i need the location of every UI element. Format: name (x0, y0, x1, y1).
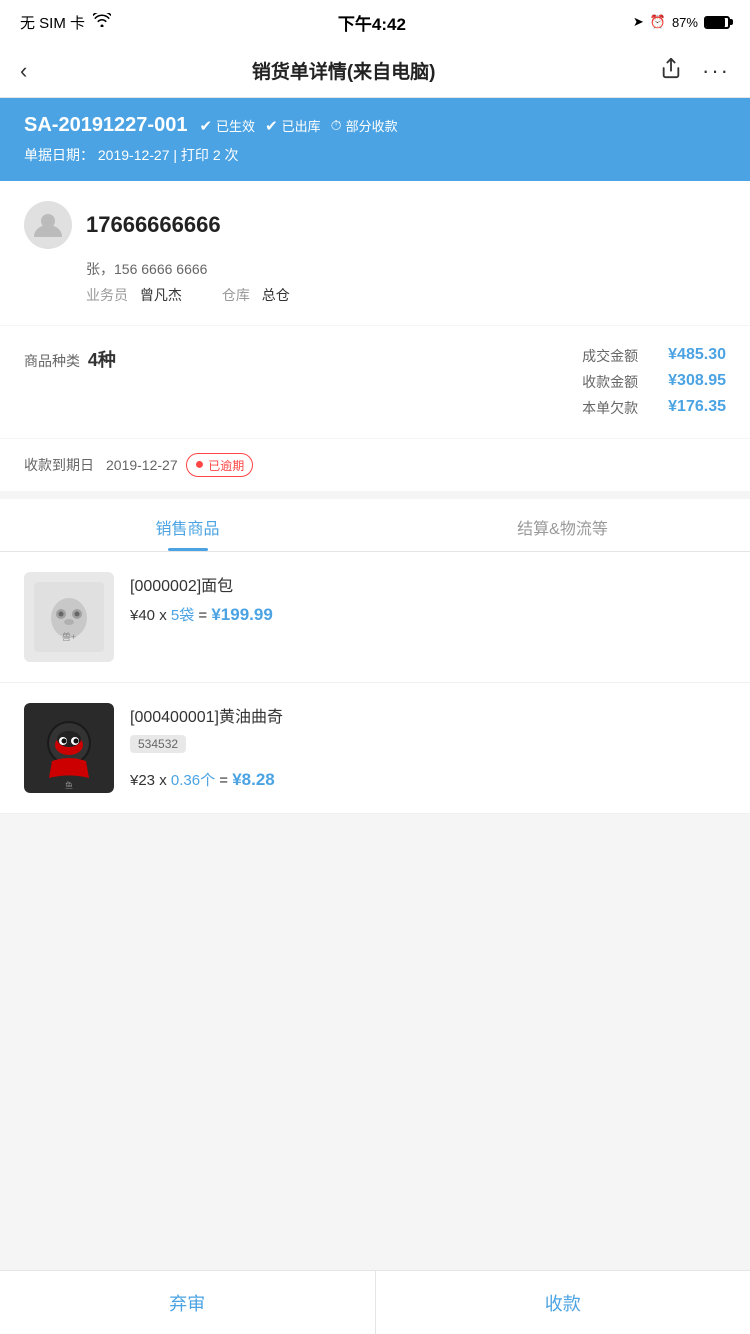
debt-row: 本单欠款 ¥176.35 (582, 398, 726, 418)
alarm-icon: ⏰ (650, 14, 666, 30)
order-date: 单据日期： 2019-12-27 | 打印 2 次 (24, 145, 726, 165)
summary-amounts: 成交金额 ¥485.30 收款金额 ¥308.95 本单欠款 ¥176.35 (582, 346, 726, 418)
salesperson-field: 业务员 曾凡杰 (86, 285, 182, 305)
nav-actions: ··· (660, 57, 730, 85)
back-button[interactable]: ‹ (20, 58, 27, 84)
received-amount: ¥308.95 (668, 372, 726, 392)
customer-top: 17666666666 (24, 201, 726, 249)
svg-text:兽+: 兽+ (62, 631, 76, 642)
received-row: 收款金额 ¥308.95 (582, 372, 726, 392)
product-price-2: ¥23 x 0.36个 = ¥8.28 (130, 769, 726, 790)
summary-card: 商品种类 4种 成交金额 ¥485.30 收款金额 ¥308.95 本单欠款 ¥… (0, 326, 750, 438)
product-total-1: ¥199.99 (211, 605, 272, 624)
badge-active: ✔ 已生效 (199, 116, 255, 135)
product-name-2: [000400001]黄油曲奇 (130, 703, 726, 727)
badge-shipped: ✔ 已出库 (265, 116, 321, 135)
clock-icon: ⏱ (331, 117, 342, 134)
location-icon: ➤ (633, 14, 644, 30)
total-amount: ¥485.30 (668, 346, 726, 366)
battery-percent: 87% (672, 15, 698, 30)
list-item: 兽+ [0000002]面包 ¥40 x 5袋 = ¥199.99 (0, 552, 750, 683)
status-time: 下午4:42 (338, 10, 406, 35)
warehouse-field: 仓库 总仓 (222, 285, 290, 305)
warehouse-value: 总仓 (262, 287, 290, 303)
order-badges: ✔ 已生效 ✔ 已出库 ⏱ 部分收款 (199, 116, 397, 135)
product-qty-2: 0.36个 (171, 772, 219, 789)
product-thumbnail-1: 兽+ (24, 572, 114, 662)
debt-amount: ¥176.35 (668, 398, 726, 418)
product-total-2: ¥8.28 (232, 770, 275, 789)
badge-partial: ⏱ 部分收款 (331, 116, 398, 135)
tab-settlement[interactable]: 结算&物流等 (375, 499, 750, 551)
check-icon-1: ✔ (199, 117, 212, 135)
product-info-2: [000400001]黄油曲奇 534532 ¥23 x 0.36个 = ¥8.… (130, 703, 726, 790)
overdue-dot-icon: ● (195, 456, 205, 474)
collect-payment-button[interactable]: 收款 (376, 1271, 750, 1334)
customer-meta: 业务员 曾凡杰 仓库 总仓 (86, 285, 726, 305)
product-info-1: [0000002]面包 ¥40 x 5袋 = ¥199.99 (130, 572, 726, 625)
svg-text:鱼: 鱼 (65, 780, 73, 790)
carrier-label: 无 SIM 卡 (20, 12, 85, 33)
amount-row: 成交金额 ¥485.30 (582, 346, 726, 366)
summary-type: 商品种类 4种 (24, 346, 116, 418)
product-sku-2: 534532 (130, 735, 186, 753)
status-bar: 无 SIM 卡 下午4:42 ➤ ⏰ 87% (0, 0, 750, 44)
bottom-bar: 弃审 收款 (0, 1270, 750, 1334)
status-left: 无 SIM 卡 (20, 12, 111, 33)
product-list: 兽+ [0000002]面包 ¥40 x 5袋 = ¥199.99 (0, 552, 750, 814)
customer-card: 17666666666 张，156 6666 6666 业务员 曾凡杰 仓库 总… (0, 181, 750, 325)
product-name-1: [0000002]面包 (130, 572, 726, 596)
due-date-row: 收款到期日 2019-12-27 ● 已逾期 (0, 439, 750, 491)
status-right: ➤ ⏰ 87% (633, 14, 730, 30)
list-item: 鱼 [000400001]黄油曲奇 534532 ¥23 x 0.36个 = ¥… (0, 683, 750, 814)
customer-contact: 张，156 6666 6666 (86, 259, 726, 279)
wifi-icon (93, 13, 111, 31)
tab-sales-products[interactable]: 销售商品 (0, 499, 375, 551)
order-header: SA-20191227-001 ✔ 已生效 ✔ 已出库 ⏱ 部分收款 单据日期：… (0, 98, 750, 181)
product-price-1: ¥40 x 5袋 = ¥199.99 (130, 604, 726, 625)
avatar (24, 201, 72, 249)
customer-name: 17666666666 (86, 212, 221, 238)
cancel-review-button[interactable]: 弃审 (0, 1271, 376, 1334)
salesperson-value: 曾凡杰 (140, 287, 182, 303)
nav-bar: ‹ 销货单详情(来自电脑) ··· (0, 44, 750, 98)
overdue-badge: ● 已逾期 (186, 453, 254, 477)
battery-icon (704, 16, 730, 29)
tabs: 销售商品 结算&物流等 (0, 499, 750, 552)
product-thumbnail-2: 鱼 (24, 703, 114, 793)
share-icon[interactable] (660, 57, 682, 85)
product-qty-1: 5袋 (171, 607, 199, 624)
page-title: 销货单详情(来自电脑) (252, 57, 436, 84)
order-id: SA-20191227-001 (24, 114, 187, 137)
check-icon-2: ✔ (265, 117, 278, 135)
more-icon[interactable]: ··· (702, 58, 730, 84)
